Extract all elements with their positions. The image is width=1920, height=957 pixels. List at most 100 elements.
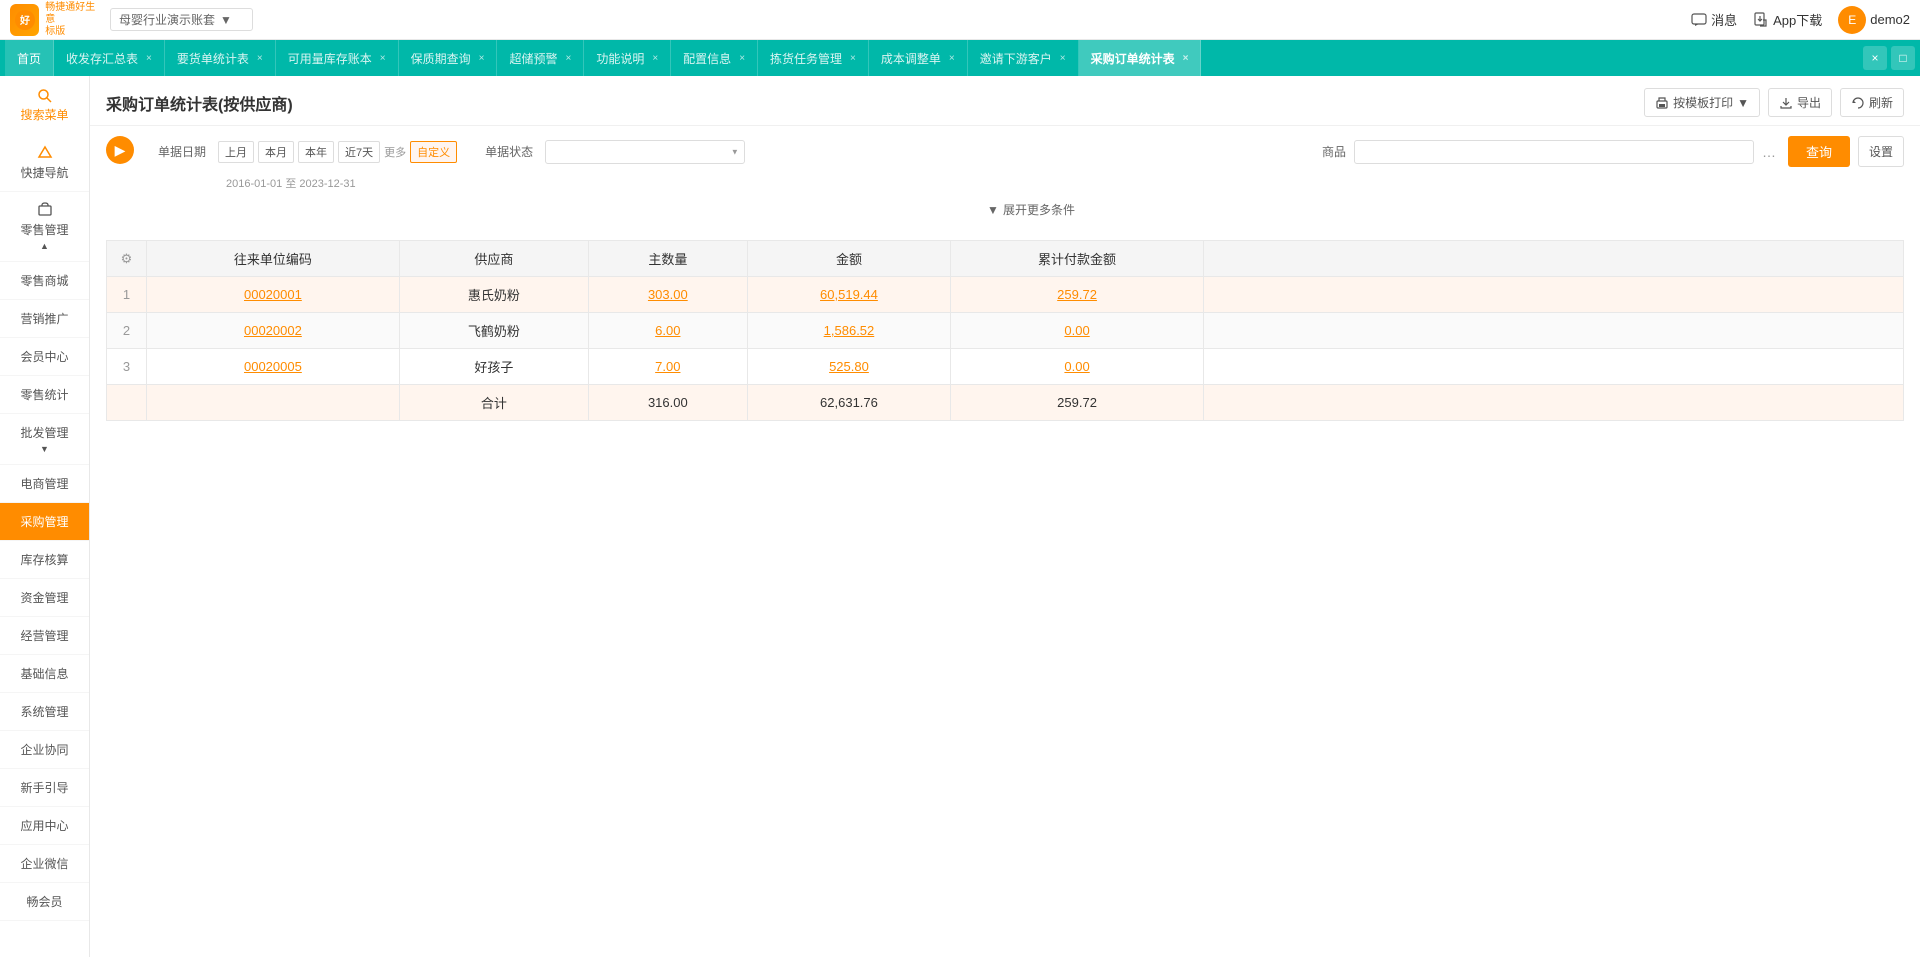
nav-tabs: 首页 收发存汇总表 × 要货单统计表 × 可用量库存账本 × 保质期查询 × 超… [0, 40, 1920, 76]
app-download-btn[interactable]: App下载 [1753, 10, 1822, 29]
th-settings[interactable]: ⚙ [107, 241, 147, 277]
tab-shoufa[interactable]: 收发存汇总表 × [54, 40, 165, 76]
tab-keyong[interactable]: 可用量库存账本 × [276, 40, 399, 76]
sidebar-item-retail-stat[interactable]: 零售统计 [0, 376, 89, 414]
close-tab-baozhiqi[interactable]: × [479, 53, 485, 64]
tab-chaochu[interactable]: 超储预警 × [497, 40, 584, 76]
footer-label: 合计 [399, 385, 588, 421]
sidebar-item-retail[interactable]: 零售管理 ▲ [0, 192, 89, 262]
sidebar-item-member[interactable]: 会员中心 [0, 338, 89, 376]
goods-filter-label: 商品 [1322, 143, 1346, 160]
sidebar-item-retail-mall[interactable]: 零售商城 [0, 262, 89, 300]
row-quantity[interactable]: 7.00 [588, 349, 747, 385]
sidebar-item-enterprise[interactable]: 企业协同 [0, 731, 89, 769]
tab-yaohuo[interactable]: 要货单统计表 × [165, 40, 276, 76]
sidebar-item-vip[interactable]: 畅会员 [0, 883, 89, 921]
goods-input[interactable] [1354, 140, 1754, 164]
sidebar-item-appcenter[interactable]: 应用中心 [0, 807, 89, 845]
tab-yaoqing[interactable]: 邀请下游客户 × [968, 40, 1079, 76]
layout: 搜索菜单 快捷导航 零售管理 ▲ 零售商城 营销推广 会员中心 零售统计 批发管… [0, 76, 1920, 957]
query-btn[interactable]: 查询 [1788, 136, 1850, 167]
date-btn-last-month[interactable]: 上月 [218, 141, 254, 163]
close-tab-shoufa[interactable]: × [146, 53, 152, 64]
tab-peizhi[interactable]: 配置信息 × [671, 40, 758, 76]
row-quantity[interactable]: 303.00 [588, 277, 747, 313]
row-quantity[interactable]: 6.00 [588, 313, 747, 349]
close-tab-gongneng[interactable]: × [652, 53, 658, 64]
sidebar-item-operations[interactable]: 经营管理 [0, 617, 89, 655]
tab-paihuо[interactable]: 拣货任务管理 × [758, 40, 869, 76]
tab-caigou[interactable]: 采购订单统计表 × [1079, 40, 1202, 76]
sidebar-item-inventory[interactable]: 库存核算 [0, 541, 89, 579]
close-tab-chaochu[interactable]: × [565, 53, 571, 64]
refresh-btn[interactable]: 刷新 [1840, 88, 1904, 117]
row-code[interactable]: 00020005 [147, 349, 400, 385]
row-amount[interactable]: 1,586.52 [747, 313, 950, 349]
message-btn[interactable]: 消息 [1691, 10, 1737, 29]
row-code[interactable]: 00020002 [147, 313, 400, 349]
row-amount[interactable]: 525.80 [747, 349, 950, 385]
table-body: 1 00020001 惠氏奶粉 303.00 60,519.44 259.72 … [107, 277, 1904, 385]
quicknav-icon [37, 145, 53, 161]
expand-conditions-btn[interactable]: ▼ 展开更多条件 [987, 201, 1075, 218]
settings-btn[interactable]: 设置 [1858, 136, 1904, 167]
sidebar-item-wechat[interactable]: 企业微信 [0, 845, 89, 883]
search-menu-btn[interactable]: 搜索菜单 [6, 84, 83, 127]
row-paid[interactable]: 0.00 [951, 313, 1204, 349]
maximize-btn[interactable]: □ [1891, 46, 1915, 70]
breadcrumb-area[interactable]: 母婴行业演示账套 ▼ [100, 8, 1691, 31]
sidebar-item-basic[interactable]: 基础信息 [0, 655, 89, 693]
sidebar-item-newguide[interactable]: 新手引导 [0, 769, 89, 807]
row-paid[interactable]: 259.72 [951, 277, 1204, 313]
print-btn[interactable]: 按模板打印 ▼ [1644, 88, 1760, 117]
close-tab-yaoqing[interactable]: × [1060, 53, 1066, 64]
main-content: 采购订单统计表(按供应商) 按模板打印 ▼ 导出 刷新 [90, 76, 1920, 957]
date-btn-this-year[interactable]: 本年 [298, 141, 334, 163]
sidebar-item-system[interactable]: 系统管理 [0, 693, 89, 731]
footer-amount: 62,631.76 [747, 385, 950, 421]
tab-chengben[interactable]: 成本调整单 × [869, 40, 968, 76]
toggle-filter-btn[interactable]: ▶ [106, 136, 134, 164]
sidebar-search-area[interactable]: 搜索菜单 [0, 76, 89, 135]
breadcrumb-select[interactable]: 母婴行业演示账套 ▼ [110, 8, 253, 31]
sidebar-item-ecommerce[interactable]: 电商管理 [0, 465, 89, 503]
column-settings-icon[interactable]: ⚙ [121, 251, 133, 266]
status-filter-block: 单据状态 [485, 140, 1294, 164]
tab-home[interactable]: 首页 [5, 40, 54, 76]
sidebar-item-finance[interactable]: 资金管理 [0, 579, 89, 617]
goods-more-icon[interactable]: … [1762, 144, 1776, 160]
export-btn[interactable]: 导出 [1768, 88, 1832, 117]
date-btn-this-month[interactable]: 本月 [258, 141, 294, 163]
tab-baozhiqi[interactable]: 保质期查询 × [399, 40, 498, 76]
date-btn-custom[interactable]: 自定义 [410, 141, 457, 163]
sidebar-item-purchase[interactable]: 采购管理 [0, 503, 89, 541]
close-tab-caigou[interactable]: × [1183, 53, 1189, 64]
close-tab-peizhi[interactable]: × [739, 53, 745, 64]
close-all-btn[interactable]: × [1863, 46, 1887, 70]
sidebar-item-wholesale[interactable]: 批发管理 ▼ [0, 414, 89, 465]
footer-quantity: 316.00 [588, 385, 747, 421]
date-btn-7days[interactable]: 近7天 [338, 141, 380, 163]
th-quantity: 主数量 [588, 241, 747, 277]
close-tab-yaohuo[interactable]: × [257, 53, 263, 64]
close-tab-paihuо[interactable]: × [850, 53, 856, 64]
filter-section: ▶ 单据日期 上月 本月 本年 近7天 更多 自定义 单据状态 [90, 126, 1920, 232]
filter-row-date-range: 2016-01-01 至 2023-12-31 [158, 173, 1904, 191]
row-amount[interactable]: 60,519.44 [747, 277, 950, 313]
top-right: 消息 App下载 E demo2 [1691, 6, 1910, 34]
sidebar-item-quicknav[interactable]: 快捷导航 [0, 135, 89, 192]
row-paid[interactable]: 0.00 [951, 349, 1204, 385]
table-row: 1 00020001 惠氏奶粉 303.00 60,519.44 259.72 [107, 277, 1904, 313]
close-tab-keyong[interactable]: × [380, 53, 386, 64]
date-btn-more[interactable]: 更多 [384, 144, 406, 160]
row-no: 2 [107, 313, 147, 349]
sidebar-item-marketing[interactable]: 营销推广 [0, 300, 89, 338]
status-select[interactable] [545, 140, 745, 164]
row-code[interactable]: 00020001 [147, 277, 400, 313]
tab-gongneng[interactable]: 功能说明 × [584, 40, 671, 76]
user-avatar[interactable]: E demo2 [1838, 6, 1910, 34]
status-select-wrapper[interactable] [545, 140, 745, 164]
close-tab-chengben[interactable]: × [949, 53, 955, 64]
filter-content: 单据日期 上月 本月 本年 近7天 更多 自定义 单据状态 [158, 136, 1904, 222]
expand-row[interactable]: ▼ 展开更多条件 [158, 197, 1904, 222]
